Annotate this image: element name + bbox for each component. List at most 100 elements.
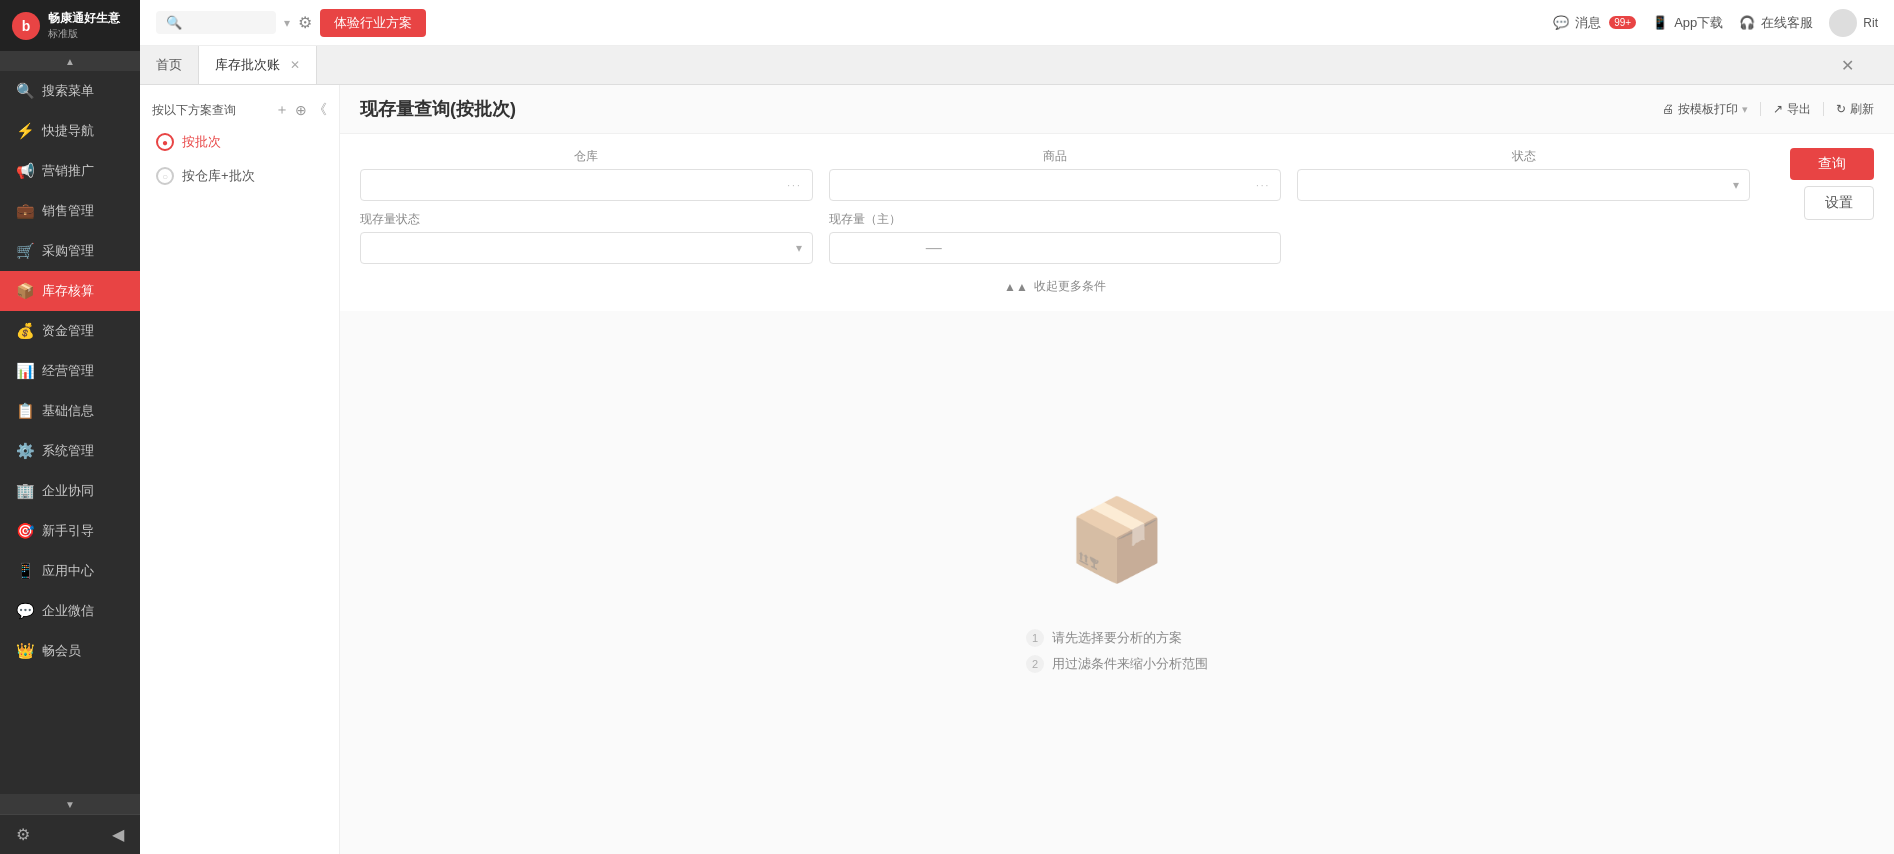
close-tab-icon[interactable]: ✕	[290, 58, 300, 72]
app-download-label: App下载	[1674, 14, 1723, 32]
topbar-gear-icon[interactable]: ⚙	[298, 13, 312, 32]
topbar-left: 🔍 ▾ ⚙ 体验行业方案	[156, 9, 1543, 37]
divider-1	[1760, 102, 1761, 116]
enterprise-wechat-icon: 💬	[16, 602, 34, 620]
app-center-icon: 📱	[16, 562, 34, 580]
tab-batch-inventory[interactable]: 库存批次账 ✕	[199, 46, 317, 84]
empty-tips: 1 请先选择要分析的方案 2 用过滤条件来缩小分析范围	[1026, 629, 1208, 673]
sidebar-item-enterprise-collab[interactable]: 🏢 企业协同	[0, 471, 140, 511]
messages-group[interactable]: 💬 消息 99+	[1553, 14, 1636, 32]
add-scheme-btn[interactable]: ＋	[275, 101, 289, 119]
tab-home[interactable]: 首页	[140, 46, 199, 84]
sidebar-item-label: 销售管理	[42, 202, 94, 220]
scheme-item-by-batch-icon: ●	[156, 133, 174, 151]
marketing-icon: 📢	[16, 162, 34, 180]
status-filter: 状态 ▾	[1297, 148, 1750, 201]
print-chevron-icon[interactable]: ▾	[1742, 103, 1748, 116]
app-version: 标准版	[48, 27, 120, 41]
export-btn[interactable]: ↗ 导出	[1773, 101, 1811, 118]
messages-badge: 99+	[1609, 16, 1636, 29]
scheme-item-by-warehouse-batch-label: 按仓库+批次	[182, 167, 255, 185]
scheme-item-by-warehouse-batch[interactable]: ○ 按仓库+批次	[140, 159, 339, 193]
scheme-header: 按以下方案查询 ＋ ⊕ 《	[140, 95, 339, 125]
warehouse-input[interactable]: ···	[360, 169, 813, 201]
sidebar-item-quick-nav[interactable]: ⚡ 快捷导航	[0, 111, 140, 151]
inventory-status-select[interactable]: ▾	[360, 232, 813, 264]
sidebar-item-marketing[interactable]: 📢 营销推广	[0, 151, 140, 191]
tip-item-1: 1 请先选择要分析的方案	[1026, 629, 1208, 647]
sidebar-item-label: 企业协同	[42, 482, 94, 500]
sidebar-item-enterprise-wechat[interactable]: 💬 企业微信	[0, 591, 140, 631]
sidebar-item-label: 企业微信	[42, 602, 94, 620]
sidebar-item-finance[interactable]: 💰 资金管理	[0, 311, 140, 351]
online-service-group[interactable]: 🎧 在线客服	[1739, 14, 1813, 32]
basic-icon: 📋	[16, 402, 34, 420]
search-icon: 🔍	[16, 82, 34, 100]
tip-text-2: 用过滤条件来缩小分析范围	[1052, 655, 1208, 673]
warehouse-label: 仓库	[360, 148, 813, 165]
topbar-search-input[interactable]	[188, 16, 258, 30]
inventory-qty-range[interactable]: —	[829, 232, 1282, 264]
settings-footer-icon[interactable]: ⚙	[16, 825, 30, 844]
page-title-bar: 现存量查询(按批次) 🖨 按模板打印 ▾ ↗ 导出 ↻ 刷	[340, 85, 1894, 134]
app-download-group[interactable]: 📱 App下载	[1652, 14, 1723, 32]
sidebar-scroll-up[interactable]: ▲	[0, 51, 140, 71]
sidebar-scroll-down[interactable]: ▼	[0, 794, 140, 814]
filter-and-actions: 仓库 ··· 商品 ···	[340, 134, 1894, 311]
warehouse-dots[interactable]: ···	[787, 180, 801, 191]
username: Rit	[1863, 16, 1878, 30]
page-actions: 🖨 按模板打印 ▾ ↗ 导出 ↻ 刷新	[1662, 101, 1874, 118]
inventory-qty-to[interactable]	[948, 241, 1028, 256]
status-select[interactable]: ▾	[1297, 169, 1750, 201]
warehouse-filter: 仓库 ···	[360, 148, 813, 201]
user-profile-group[interactable]: Rit	[1829, 9, 1878, 37]
content: 按以下方案查询 ＋ ⊕ 《 ● 按批次 ○ 按仓库+批次 现存量查询(按批次)	[140, 85, 1894, 854]
inventory-qty-filter: 现存量（主） —	[829, 211, 1282, 264]
sidebar-footer: ⚙ ◀	[0, 814, 140, 854]
online-service-label: 在线客服	[1761, 14, 1813, 32]
refresh-icon: ↻	[1836, 102, 1846, 116]
collapse-icon: ▲▲	[1004, 280, 1028, 294]
sidebar-item-inventory[interactable]: 📦 库存核算	[0, 271, 140, 311]
topbar-right: 💬 消息 99+ 📱 App下载 🎧 在线客服 Rit	[1553, 9, 1878, 37]
vip-icon: 👑	[16, 642, 34, 660]
collapse-sidebar-icon[interactable]: ◀	[112, 825, 124, 844]
scheme-panel: 按以下方案查询 ＋ ⊕ 《 ● 按批次 ○ 按仓库+批次	[140, 85, 340, 854]
sidebar-item-new-user[interactable]: 🎯 新手引导	[0, 511, 140, 551]
sidebar-item-basic[interactable]: 📋 基础信息	[0, 391, 140, 431]
sidebar-item-system[interactable]: ⚙️ 系统管理	[0, 431, 140, 471]
tabbar-close-btn[interactable]: ✕	[1841, 56, 1854, 75]
headset-icon: 🎧	[1739, 15, 1755, 30]
empty-box-icon: 📦	[1057, 493, 1177, 587]
sidebar-item-purchase[interactable]: 🛒 采购管理	[0, 231, 140, 271]
app-title-block: 畅康通好生意 标准版	[48, 10, 120, 41]
sidebar-item-vip[interactable]: 👑 畅会员	[0, 631, 140, 671]
sidebar-item-label: 营销推广	[42, 162, 94, 180]
scheme-item-by-batch[interactable]: ● 按批次	[140, 125, 339, 159]
sidebar-item-sales[interactable]: 💼 销售管理	[0, 191, 140, 231]
sidebar-item-operations[interactable]: 📊 经营管理	[0, 351, 140, 391]
product-dots[interactable]: ···	[1256, 180, 1270, 191]
product-label: 商品	[829, 148, 1282, 165]
sidebar-item-label: 资金管理	[42, 322, 94, 340]
sidebar-item-search[interactable]: 🔍 搜索菜单	[0, 71, 140, 111]
messages-label: 消息	[1575, 14, 1601, 32]
refresh-btn[interactable]: ↻ 刷新	[1836, 101, 1874, 118]
sidebar: b 畅康通好生意 标准版 ▲ 🔍 搜索菜单 ⚡ 快捷导航 📢 营销推广 💼 销售…	[0, 0, 140, 854]
collapse-conditions-btn[interactable]: ▲▲ 收起更多条件	[998, 272, 1112, 301]
settings-scheme-btn[interactable]: ⊕	[295, 102, 307, 118]
sidebar-item-app-center[interactable]: 📱 应用中心	[0, 551, 140, 591]
topbar-search-box[interactable]: 🔍	[156, 11, 276, 34]
print-btn[interactable]: 🖨 按模板打印 ▾	[1662, 101, 1748, 118]
query-button[interactable]: 查询	[1790, 148, 1874, 180]
scheme-item-by-batch-label: 按批次	[182, 133, 221, 151]
inventory-qty-from[interactable]	[840, 241, 920, 256]
inventory-status-filter: 现存量状态 ▾	[360, 211, 813, 264]
collapse-scheme-btn[interactable]: 《	[313, 101, 327, 119]
settings-button[interactable]: 设置	[1804, 186, 1874, 220]
topbar-chevron-icon[interactable]: ▾	[284, 16, 290, 30]
product-input[interactable]: ···	[829, 169, 1282, 201]
trial-btn[interactable]: 体验行业方案	[320, 9, 426, 37]
enterprise-collab-icon: 🏢	[16, 482, 34, 500]
export-icon: ↗	[1773, 102, 1783, 116]
